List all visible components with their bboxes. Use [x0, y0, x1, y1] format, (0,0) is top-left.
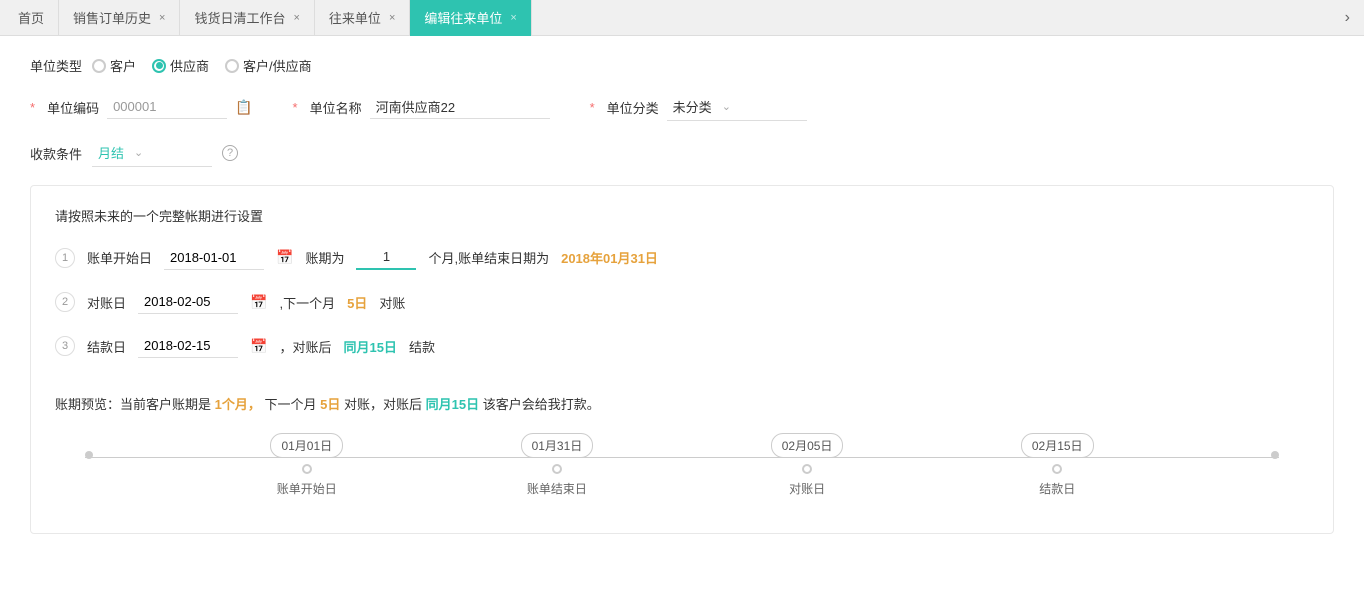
step2-after-label: 对账 [379, 293, 405, 312]
preview-same15: 同月15日 [426, 397, 479, 412]
timeline-date-4: 02月15日 [1021, 433, 1094, 458]
period-settings-box: 请按照未来的一个完整帐期进行设置 1 账单开始日 📅 账期为 个月,账单结束日期… [30, 185, 1334, 534]
code-star: * [30, 100, 35, 115]
class-chevron-icon: ⌄ [722, 100, 731, 113]
step1-label: 账单开始日 [87, 248, 152, 267]
tab-cashier[interactable]: 钱货日清工作台 × [180, 0, 314, 36]
timeline-node-4: 02月15日 结款日 [1021, 433, 1094, 497]
class-select[interactable]: 未分类 ⌄ [667, 93, 807, 121]
timeline-node-3: 02月05日 对账日 [771, 433, 844, 497]
timeline-end-point [1271, 451, 1279, 459]
tab-home[interactable]: 首页 [4, 0, 59, 36]
timeline-label-2: 账单结束日 [527, 480, 587, 497]
step1-row: 1 账单开始日 📅 账期为 个月,账单结束日期为 2018年01月31日 [55, 245, 1309, 270]
timeline-dot-1 [302, 464, 312, 474]
preview-period: 1个月， [215, 397, 261, 412]
step1-period-label: 账期为 [305, 248, 344, 267]
preview-section: 账期预览：当前客户账期是 1个月， 下一个月 5日 对账，对账后 同月15日 该… [55, 378, 1309, 513]
step2-next-day: 5日 [347, 293, 367, 312]
step3-end-label: 结款 [409, 337, 435, 356]
section-title: 请按照未来的一个完整帐期进行设置 [55, 206, 1309, 225]
radio-circle-both [225, 59, 239, 73]
close-tab-sales[interactable]: × [159, 12, 165, 24]
step3-after-label: ，对账后 [279, 337, 331, 356]
payment-select[interactable]: 月结 ⌄ [92, 139, 212, 167]
step3-same-month: 同月15日 [343, 337, 396, 356]
preview-text: 账期预览：当前客户账期是 1个月， 下一个月 5日 对账，对账后 同月15日 该… [55, 394, 1309, 413]
help-icon[interactable]: ? [222, 145, 238, 161]
timeline-dot-2 [552, 464, 562, 474]
timeline-date-2: 01月31日 [521, 433, 594, 458]
timeline-label-1: 账单开始日 [277, 480, 337, 497]
radio-circle-supplier [152, 59, 166, 73]
tab-bar: 首页 销售订单历史 × 钱货日清工作台 × 往来单位 × 编辑往来单位 × › [0, 0, 1364, 36]
timeline-end-dot [1271, 451, 1279, 459]
step2-row: 2 对账日 📅 ,下一个月 5日 对账 [55, 290, 1309, 314]
close-tab-cashier[interactable]: × [293, 12, 299, 24]
timeline-label-4: 结款日 [1039, 480, 1075, 497]
step1-period-unit: 个月,账单结束日期为 [428, 248, 549, 267]
step2-date-input[interactable] [138, 290, 238, 314]
step3-date-input[interactable] [138, 334, 238, 358]
step1-period-input[interactable] [356, 245, 416, 270]
preview-day5: 5日 [320, 397, 340, 412]
timeline-container: 01月01日 账单开始日 01月31日 账单结束日 02月05日 [55, 433, 1309, 497]
unit-type-label: 单位类型 [30, 56, 82, 75]
step3-num: 3 [55, 336, 75, 356]
step2-calendar-icon[interactable]: 📅 [250, 294, 267, 311]
step2-num: 2 [55, 292, 75, 312]
step1-num: 1 [55, 248, 75, 268]
timeline-nodes: 01月01日 账单开始日 01月31日 账单结束日 02月05日 [85, 433, 1279, 497]
code-name-row: * 单位编码 📋 * 单位名称 * 单位分类 未分类 ⌄ [30, 93, 1334, 121]
step3-calendar-icon[interactable]: 📅 [250, 338, 267, 355]
unit-type-row: 单位类型 客户 供应商 客户/供应商 [30, 56, 1334, 75]
payment-chevron-icon: ⌄ [134, 146, 143, 159]
name-label: 单位名称 [310, 98, 362, 117]
step1-end-date: 2018年01月31日 [561, 248, 658, 267]
main-content: 单位类型 客户 供应商 客户/供应商 * 单位编码 📋 * 单位名称 [0, 36, 1364, 608]
step3-row: 3 结款日 📅 ，对账后 同月15日 结款 [55, 334, 1309, 358]
step1-date-input[interactable] [164, 246, 264, 270]
step3-label: 结款日 [87, 337, 126, 356]
code-group: * 单位编码 📋 [30, 95, 253, 119]
timeline-start-dot [85, 451, 93, 459]
class-label: 单位分类 [607, 98, 659, 117]
timeline-start-point [85, 451, 93, 459]
timeline-node-2: 01月31日 账单结束日 [521, 433, 594, 497]
radio-customer-supplier[interactable]: 客户/供应商 [225, 56, 312, 75]
radio-circle-customer [92, 59, 106, 73]
class-star: * [590, 100, 595, 115]
timeline-label-3: 对账日 [789, 480, 825, 497]
step2-label: 对账日 [87, 293, 126, 312]
tab-edit-partner[interactable]: 编辑往来单位 × [410, 0, 531, 36]
unit-type-radio-group: 客户 供应商 客户/供应商 [92, 56, 312, 75]
close-tab-edit-partner[interactable]: × [510, 12, 516, 24]
close-tab-partners[interactable]: × [389, 12, 395, 24]
step1-calendar-icon[interactable]: 📅 [276, 249, 293, 266]
radio-customer[interactable]: 客户 [92, 56, 136, 75]
tab-partners[interactable]: 往来单位 × [315, 0, 410, 36]
name-input[interactable] [370, 95, 550, 119]
timeline-date-3: 02月05日 [771, 433, 844, 458]
tab-more-button[interactable]: › [1335, 9, 1360, 27]
timeline-date-1: 01月01日 [270, 433, 343, 458]
payment-row: 收款条件 月结 ⌄ ? [30, 139, 1334, 167]
payment-label: 收款条件 [30, 144, 82, 163]
step2-next-label: ,下一个月 [279, 293, 335, 312]
tab-sales-history[interactable]: 销售订单历史 × [59, 0, 180, 36]
code-label: 单位编码 [47, 98, 99, 117]
radio-supplier[interactable]: 供应商 [152, 56, 209, 75]
name-group: * 单位名称 [293, 95, 550, 119]
class-group: * 单位分类 未分类 ⌄ [590, 93, 807, 121]
copy-icon[interactable]: 📋 [235, 99, 252, 116]
code-input[interactable] [107, 95, 227, 119]
timeline-dot-4 [1052, 464, 1062, 474]
timeline-node-1: 01月01日 账单开始日 [270, 433, 343, 497]
timeline-dot-3 [802, 464, 812, 474]
name-star: * [293, 100, 298, 115]
